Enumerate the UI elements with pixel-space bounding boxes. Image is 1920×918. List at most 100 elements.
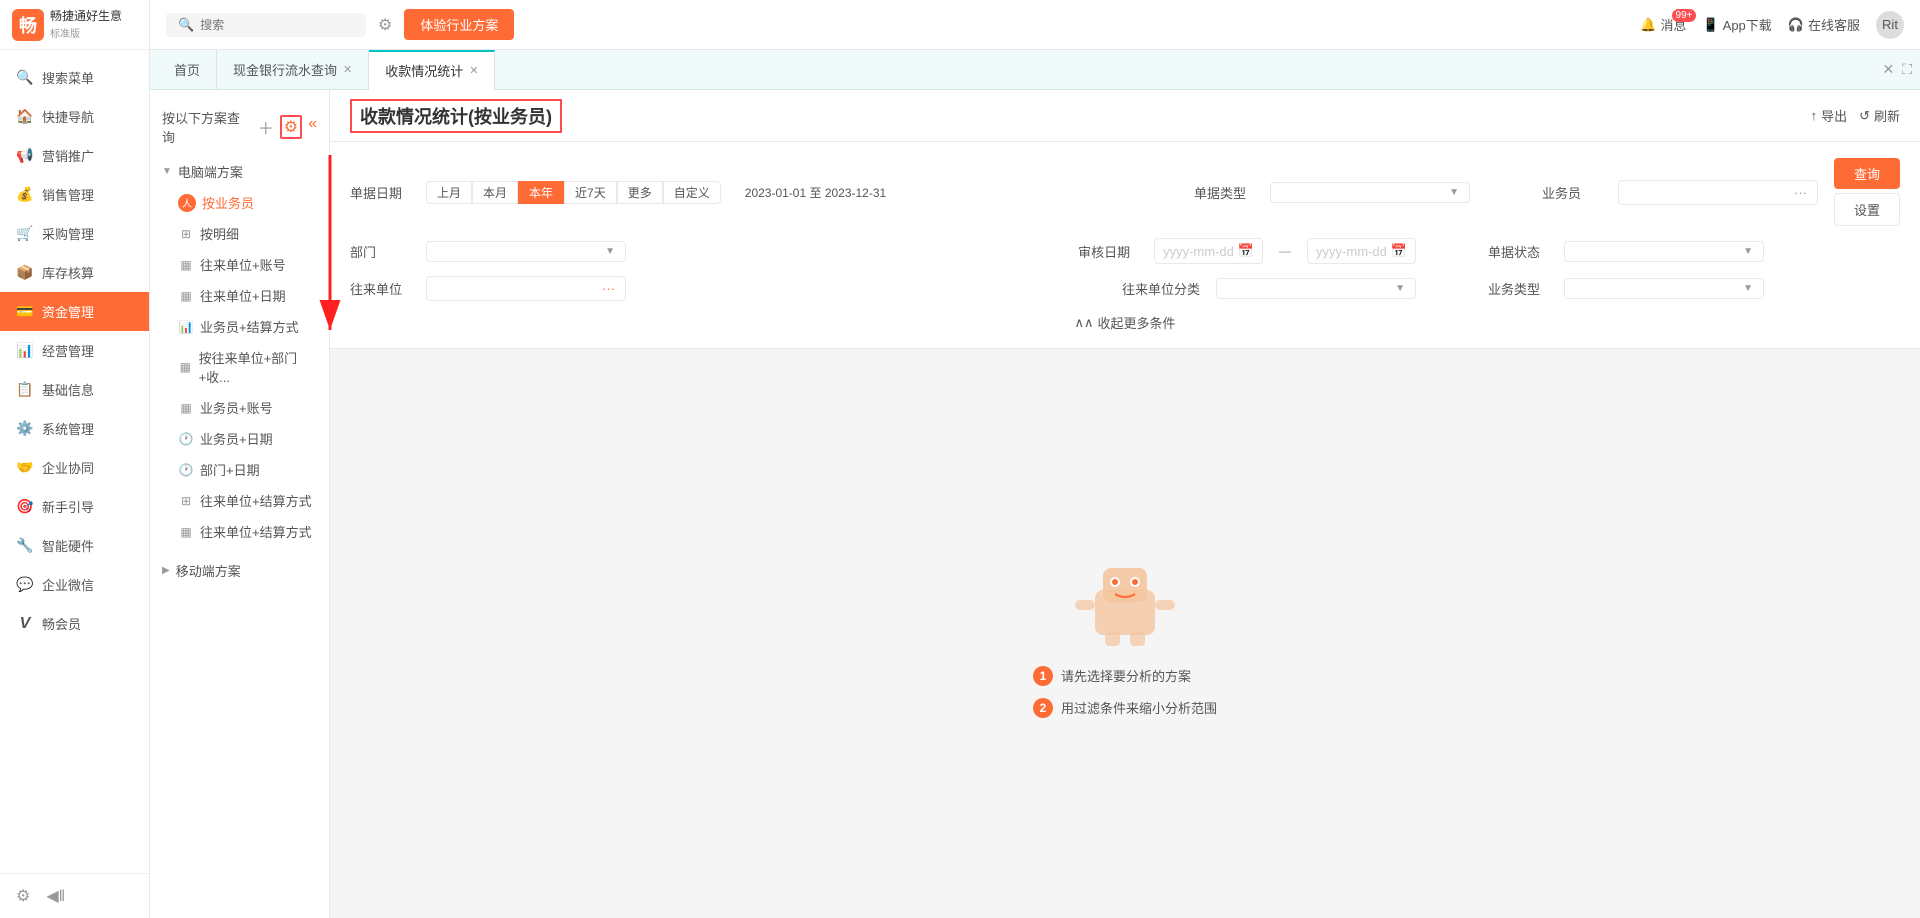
grid2-icon: ⊞ xyxy=(178,493,194,509)
date-tab-this-year[interactable]: 本年 xyxy=(518,181,564,204)
date-range-display: 2023-01-01 至 2023-12-31 xyxy=(745,184,886,201)
dept-select[interactable]: ▼ xyxy=(426,241,626,262)
scheme-settings-icon[interactable]: ⚙ xyxy=(280,115,302,139)
settings-filter-btn[interactable]: 设置 xyxy=(1834,193,1900,226)
filter-row-1: 单据日期 上月 本月 本年 近7天 更多 自定义 2023-01-01 至 20… xyxy=(350,158,1900,226)
sidebar-item-purchase[interactable]: 🛒 采购管理 xyxy=(0,214,149,253)
scheme-item-by-detail[interactable]: ⊞ 按明细 xyxy=(150,218,329,249)
tip-num-1: 1 xyxy=(1033,666,1053,686)
ellipsis2-icon: ··· xyxy=(602,281,615,296)
scheme-item-label: 部门+日期 xyxy=(200,460,260,479)
sidebar-item-member[interactable]: V 畅会员 xyxy=(0,604,149,643)
megaphone-icon: 📢 xyxy=(16,147,34,165)
sidebar-item-inventory[interactable]: 📦 库存核算 xyxy=(0,253,149,292)
sidebar-item-hardware[interactable]: 🔧 智能硬件 xyxy=(0,526,149,565)
sidebar-item-guide[interactable]: 🎯 新手引导 xyxy=(0,487,149,526)
salesperson-select[interactable]: ··· xyxy=(1618,180,1818,205)
export-btn[interactable]: ↑ 导出 xyxy=(1811,106,1848,125)
table4-icon: ▦ xyxy=(178,400,194,416)
page-header-actions: ↑ 导出 ↺ 刷新 xyxy=(1811,106,1900,125)
doc-type-select[interactable]: ▼ xyxy=(1270,182,1470,203)
sidebar-item-quicknav[interactable]: 🏠 快捷导航 xyxy=(0,97,149,136)
scheme-item-label: 按业务员 xyxy=(202,193,254,212)
trial-btn[interactable]: 体验行业方案 xyxy=(404,9,514,40)
chevron-down-icon: ▼ xyxy=(1449,187,1459,198)
biz-type-select[interactable]: ▼ xyxy=(1564,278,1764,299)
scheme-item-sales-account[interactable]: ▦ 业务员+账号 xyxy=(150,392,329,423)
scheme-item-unit-settle1[interactable]: ⊞ 往来单位+结算方式 xyxy=(150,485,329,516)
sidebar-item-wechat[interactable]: 💬 企业微信 xyxy=(0,565,149,604)
box-icon: 📦 xyxy=(16,264,34,282)
export-label: 导出 xyxy=(1821,106,1847,125)
sidebar-item-label: 新手引导 xyxy=(42,497,94,516)
date-tab-custom[interactable]: 自定义 xyxy=(663,181,721,204)
date-tab-last-month[interactable]: 上月 xyxy=(426,181,472,204)
scheme-section-desktop-title[interactable]: ▼ 电脑端方案 xyxy=(150,156,329,187)
collapse-more-btn[interactable]: ∧∧ 收起更多条件 xyxy=(350,313,1900,332)
scheme-item-unit-date[interactable]: ▦ 往来单位+日期 xyxy=(150,280,329,311)
sidebar-item-system[interactable]: ⚙️ 系统管理 xyxy=(0,409,149,448)
review-date-to[interactable]: yyyy-mm-dd 📅 xyxy=(1307,238,1416,264)
chevron-right-icon: ▶ xyxy=(162,565,170,576)
topbar-service[interactable]: 🎧 在线客服 xyxy=(1788,15,1860,34)
sidebar-item-search[interactable]: 🔍 搜索菜单 xyxy=(0,58,149,97)
tab-bank-close[interactable]: ✕ xyxy=(343,63,352,76)
tab-collection-close[interactable]: ✕ xyxy=(469,64,478,77)
date-tab-7days[interactable]: 近7天 xyxy=(564,181,617,204)
empty-robot-illustration xyxy=(1065,550,1185,650)
scheme-item-label: 往来单位+日期 xyxy=(200,286,286,305)
counterpart-type-select[interactable]: ▼ xyxy=(1216,278,1416,299)
query-btn[interactable]: 查询 xyxy=(1834,158,1900,189)
sidebar-item-operations[interactable]: 📊 经营管理 xyxy=(0,331,149,370)
topbar-msg[interactable]: 🔔 消息 99+ xyxy=(1640,15,1686,34)
tab-bank[interactable]: 现金银行流水查询 ✕ xyxy=(217,50,369,90)
clock-icon: 🕐 xyxy=(178,431,194,447)
handshake-icon: 🤝 xyxy=(16,459,34,477)
maximize-window-icon[interactable]: ⛶ xyxy=(1902,61,1912,78)
topbar-app[interactable]: 📱 App下载 xyxy=(1702,15,1771,34)
tab-home[interactable]: 首页 xyxy=(158,50,217,90)
scheme-item-by-salesperson[interactable]: 人 按业务员 xyxy=(150,187,329,218)
sidebar-item-label: 经营管理 xyxy=(42,341,94,360)
topbar-settings-icon[interactable]: ⚙ xyxy=(378,15,392,35)
date-tab-this-month[interactable]: 本月 xyxy=(472,181,518,204)
settings-bottom-icon[interactable]: ⚙ xyxy=(16,886,30,906)
scheme-item-unit-dept[interactable]: ▦ 按往来单位+部门+收... xyxy=(150,342,329,392)
scheme-item-label: 按明细 xyxy=(200,224,239,243)
scheme-collapse-icon[interactable]: « xyxy=(308,115,317,139)
sidebar-item-sales[interactable]: 💰 销售管理 xyxy=(0,175,149,214)
topbar: 🔍 ⚙ 体验行业方案 🔔 消息 99+ 📱 App下载 🎧 在线客服 Rit xyxy=(150,0,1920,50)
sidebar-item-enterprise[interactable]: 🤝 企业协同 xyxy=(0,448,149,487)
tab-home-label: 首页 xyxy=(174,60,200,79)
topbar-search-box[interactable]: 🔍 xyxy=(166,13,366,37)
collapse-sidebar-icon[interactable]: ◀‖ xyxy=(46,886,65,906)
scheme-panel: 按以下方案查询 ＋ ⚙ « ▼ 电脑端方案 人 按业务员 ⊞ xyxy=(150,90,330,918)
scheme-item-unit-account[interactable]: ▦ 往来单位+账号 xyxy=(150,249,329,280)
sidebar-item-base[interactable]: 📋 基础信息 xyxy=(0,370,149,409)
topbar-avatar[interactable]: Rit xyxy=(1876,11,1904,39)
chevron-down-icon: ▼ xyxy=(162,166,172,177)
date-tab-more[interactable]: 更多 xyxy=(617,181,663,204)
scheme-item-unit-settle2[interactable]: ▦ 往来单位+结算方式 xyxy=(150,516,329,547)
refresh-btn[interactable]: ↺ 刷新 xyxy=(1859,106,1900,125)
scheme-item-sales-date[interactable]: 🕐 业务员+日期 xyxy=(150,423,329,454)
filter-row-3: 往来单位 ··· 往来单位分类 ▼ 业务类型 xyxy=(350,276,1900,301)
guide-icon: 🎯 xyxy=(16,498,34,516)
review-date-from[interactable]: yyyy-mm-dd 📅 xyxy=(1154,238,1263,264)
tab-collection[interactable]: 收款情况统计 ✕ xyxy=(369,50,495,90)
chevron-down-icon: ▼ xyxy=(1395,283,1405,294)
table5-icon: ▦ xyxy=(178,524,194,540)
empty-tip-1: 1 请先选择要分析的方案 xyxy=(1033,666,1217,686)
counterpart-select[interactable]: ··· xyxy=(426,276,626,301)
sidebar-item-label: 畅会员 xyxy=(42,614,81,633)
scheme-item-sales-settle[interactable]: 📊 业务员+结算方式 xyxy=(150,311,329,342)
topbar-search-input[interactable] xyxy=(200,18,340,32)
chart-icon: 📊 xyxy=(16,342,34,360)
add-scheme-icon[interactable]: ＋ xyxy=(258,115,274,139)
sidebar-item-finance[interactable]: 💳 资金管理 xyxy=(0,292,149,331)
doc-status-select[interactable]: ▼ xyxy=(1564,241,1764,262)
close-window-icon[interactable]: ✕ xyxy=(1882,61,1894,78)
sidebar-item-marketing[interactable]: 📢 营销推广 xyxy=(0,136,149,175)
scheme-section-mobile-title[interactable]: ▶ 移动端方案 xyxy=(150,555,329,586)
scheme-item-dept-date[interactable]: 🕐 部门+日期 xyxy=(150,454,329,485)
